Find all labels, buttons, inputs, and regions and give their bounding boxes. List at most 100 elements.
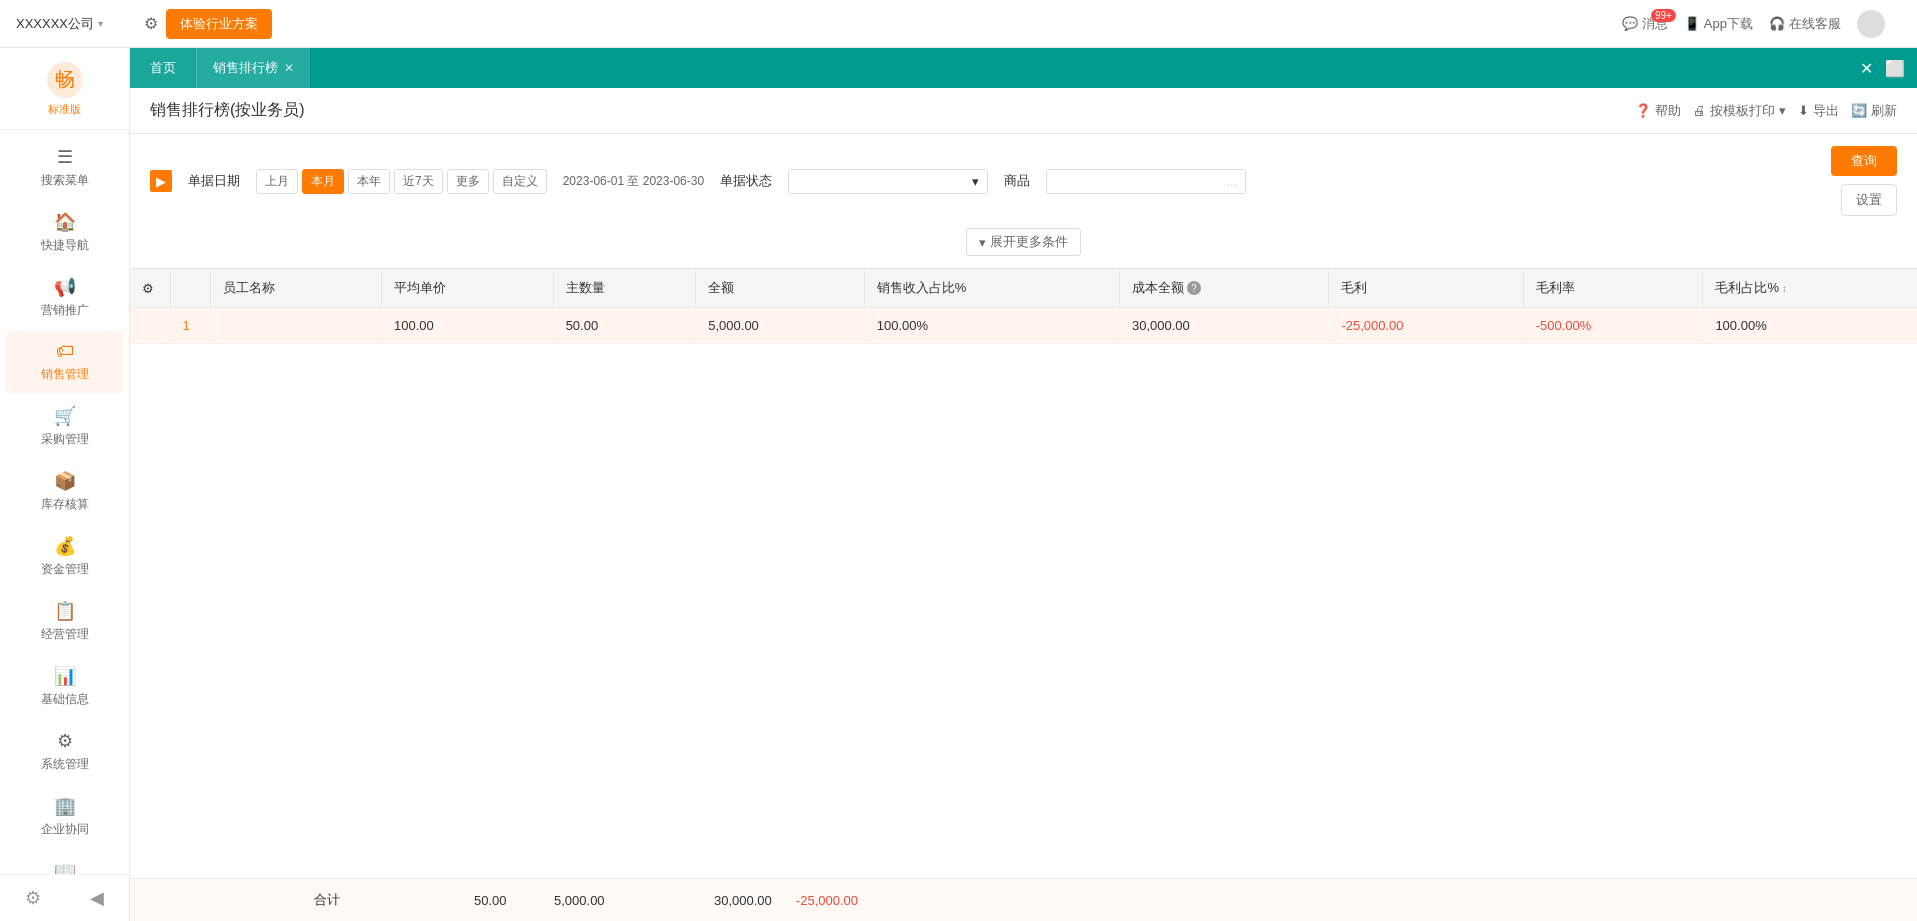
footer-label: 合计 [302,887,382,913]
expand-label: 展开更多条件 [990,233,1068,251]
window-close-icon[interactable]: ✕ [1856,55,1877,82]
window-maximize-icon[interactable]: ⬜ [1881,55,1909,82]
sales-icon: 🏷 [56,341,74,362]
expand-conditions-btn[interactable]: ▾ 展开更多条件 [966,228,1081,256]
sidebar-item-finance[interactable]: 💰 资金管理 [6,525,123,588]
content-area: 首页 销售排行榜 ✕ ✕ ⬜ 销售排行榜(按业务员) ❓ 帮助 [130,48,1917,921]
basic-icon: 📊 [54,665,76,687]
more-btn[interactable]: ... [1226,174,1237,189]
sidebar-item-label: 销售管理 [41,366,89,383]
expand-row: ▾ 展开更多条件 [150,220,1897,256]
date-btn-more[interactable]: 更多 [447,169,489,194]
footer-empty-rank [222,896,302,904]
message-area[interactable]: 💬 消息 99+ [1622,15,1668,33]
sales-pct-value: 100.00% [877,318,928,333]
cost-info-icon[interactable]: ? [1187,281,1201,295]
col-cost-label: 成本全额 [1132,279,1184,297]
sidebar-item-operation[interactable]: 📋 经营管理 [6,590,123,653]
export-icon: ⬇ [1798,103,1809,118]
filter-row-main: ▶ 单据日期 上月 本月 本年 近7天 更多 自定义 2023-06-01 至 … [150,146,1897,216]
col-settings[interactable]: ⚙ [130,269,170,308]
sidebar-collapse-icon[interactable]: ◀ [86,883,108,913]
tab-bar: 首页 销售排行榜 ✕ ✕ ⬜ [130,48,1917,88]
col-staff-label: 员工名称 [223,280,275,295]
sidebar-item-label: 经营管理 [41,626,89,643]
date-btn-this-year[interactable]: 本年 [348,169,390,194]
page-header: 销售排行榜(按业务员) ❓ 帮助 🖨 按模板打印 ▾ ⬇ 导出 [130,88,1917,134]
sidebar-item-label: 基础信息 [41,691,89,708]
sidebar-item-label: 采购管理 [41,431,89,448]
refresh-btn[interactable]: 🔄 刷新 [1851,102,1897,120]
page-title: 销售排行榜(按业务员) [150,100,305,121]
sidebar-item-label: 系统管理 [41,756,89,773]
sidebar-item-enterprise[interactable]: 🏢 企业协同 [6,785,123,848]
export-label: 导出 [1813,102,1839,120]
sidebar-item-search[interactable]: ☰ 搜索菜单 [6,136,123,199]
tab-close-icon[interactable]: ✕ [284,61,294,75]
sidebar-item-basic[interactable]: 📊 基础信息 [6,655,123,718]
sidebar-logo: 畅 标准版 [0,48,129,130]
sidebar-item-marketing[interactable]: 📢 营销推广 [6,266,123,329]
date-btn-last-month[interactable]: 上月 [256,169,298,194]
col-gross-margin: 毛利率 [1523,269,1703,308]
help-btn[interactable]: ❓ 帮助 [1635,102,1681,120]
setting-button[interactable]: 设置 [1841,184,1897,216]
goods-filter-label: 商品 [1004,172,1030,190]
date-btn-7days[interactable]: 近7天 [394,169,443,194]
top-header: XXXXXX公司 ▾ ⚙ 体验行业方案 💬 消息 99+ 📱 App下载 🎧 在… [0,0,1917,48]
sidebar-item-sales[interactable]: 🏷 销售管理 [6,331,123,393]
date-btn-custom[interactable]: 自定义 [493,169,547,194]
main-layout: 畅 标准版 ☰ 搜索菜单 🏠 快捷导航 📢 营销推广 🏷 销售管理 🛒 [0,48,1917,921]
tab-sales-rank[interactable]: 销售排行榜 ✕ [196,48,310,88]
company-selector[interactable]: XXXXXX公司 ▾ [16,15,136,33]
top-right-actions: 💬 消息 99+ 📱 App下载 🎧 在线客服 [1622,10,1901,38]
sidebar-item-purchase[interactable]: 🛒 采购管理 [6,395,123,458]
logo-icon: 畅 [45,60,85,100]
gross-pct-value: 100.00% [1715,318,1766,333]
sidebar-item-shortcut[interactable]: 🏠 快捷导航 [6,201,123,264]
sidebar-item-system[interactable]: ⚙ 系统管理 [6,720,123,783]
help-icon: ❓ [1635,103,1651,118]
print-btn[interactable]: 🖨 按模板打印 ▾ [1693,102,1786,120]
headset-icon: 🎧 [1769,16,1785,31]
system-icon: ⚙ [57,730,73,752]
user-avatar[interactable] [1857,10,1885,38]
sidebar: 畅 标准版 ☰ 搜索菜单 🏠 快捷导航 📢 营销推广 🏷 销售管理 🛒 [0,48,130,921]
amount-value: 5,000.00 [708,318,759,333]
trial-button[interactable]: 体验行业方案 [166,9,272,39]
sidebar-settings-icon[interactable]: ⚙ [21,883,45,913]
export-btn[interactable]: ⬇ 导出 [1798,102,1839,120]
tab-home[interactable]: 首页 [130,48,196,88]
gross-margin-value: -500.00% [1536,318,1592,333]
print-icon: 🖨 [1693,103,1706,118]
app-download-label: App下载 [1704,15,1753,33]
online-service-btn[interactable]: 🎧 在线客服 [1769,15,1841,33]
settings-icon: ⚙ [142,281,154,296]
footer-cost-amount: 30,000.00 [702,889,784,912]
col-rank [170,269,210,308]
sort-icon[interactable]: ↕ [1782,283,1787,294]
col-sales-pct-label: 销售收入占比% [877,280,967,295]
sidebar-item-inventory[interactable]: 📦 库存核算 [6,460,123,523]
sales-rank-table: ⚙ 员工名称 平均单价 主数量 [130,269,1917,344]
message-badge: 99+ [1651,9,1676,22]
tab-actions: ✕ ⬜ [1856,48,1917,88]
col-gross-profit: 毛利 [1329,269,1523,308]
settings-icon[interactable]: ⚙ [144,14,158,33]
col-qty-label: 主数量 [566,280,605,295]
date-btn-this-month[interactable]: 本月 [302,169,344,194]
online-service-label: 在线客服 [1789,15,1841,33]
filter-expand-toggle[interactable]: ▶ [150,170,172,192]
cell-amount: 5,000.00 [696,308,864,344]
query-button[interactable]: 查询 [1831,146,1897,176]
goods-select[interactable]: ... [1046,169,1246,194]
sidebar-item-guide[interactable]: 📖 新手引导 [6,850,123,874]
status-filter-label: 单据状态 [720,172,772,190]
footer-gross-margin [870,896,950,904]
app-download-btn[interactable]: 📱 App下载 [1684,15,1753,33]
footer-main-qty: 50.00 [462,889,542,912]
col-avg-label: 平均单价 [394,280,446,295]
status-select[interactable]: ▾ [788,169,988,194]
tab-home-label: 首页 [150,59,176,77]
operation-icon: 📋 [54,600,76,622]
